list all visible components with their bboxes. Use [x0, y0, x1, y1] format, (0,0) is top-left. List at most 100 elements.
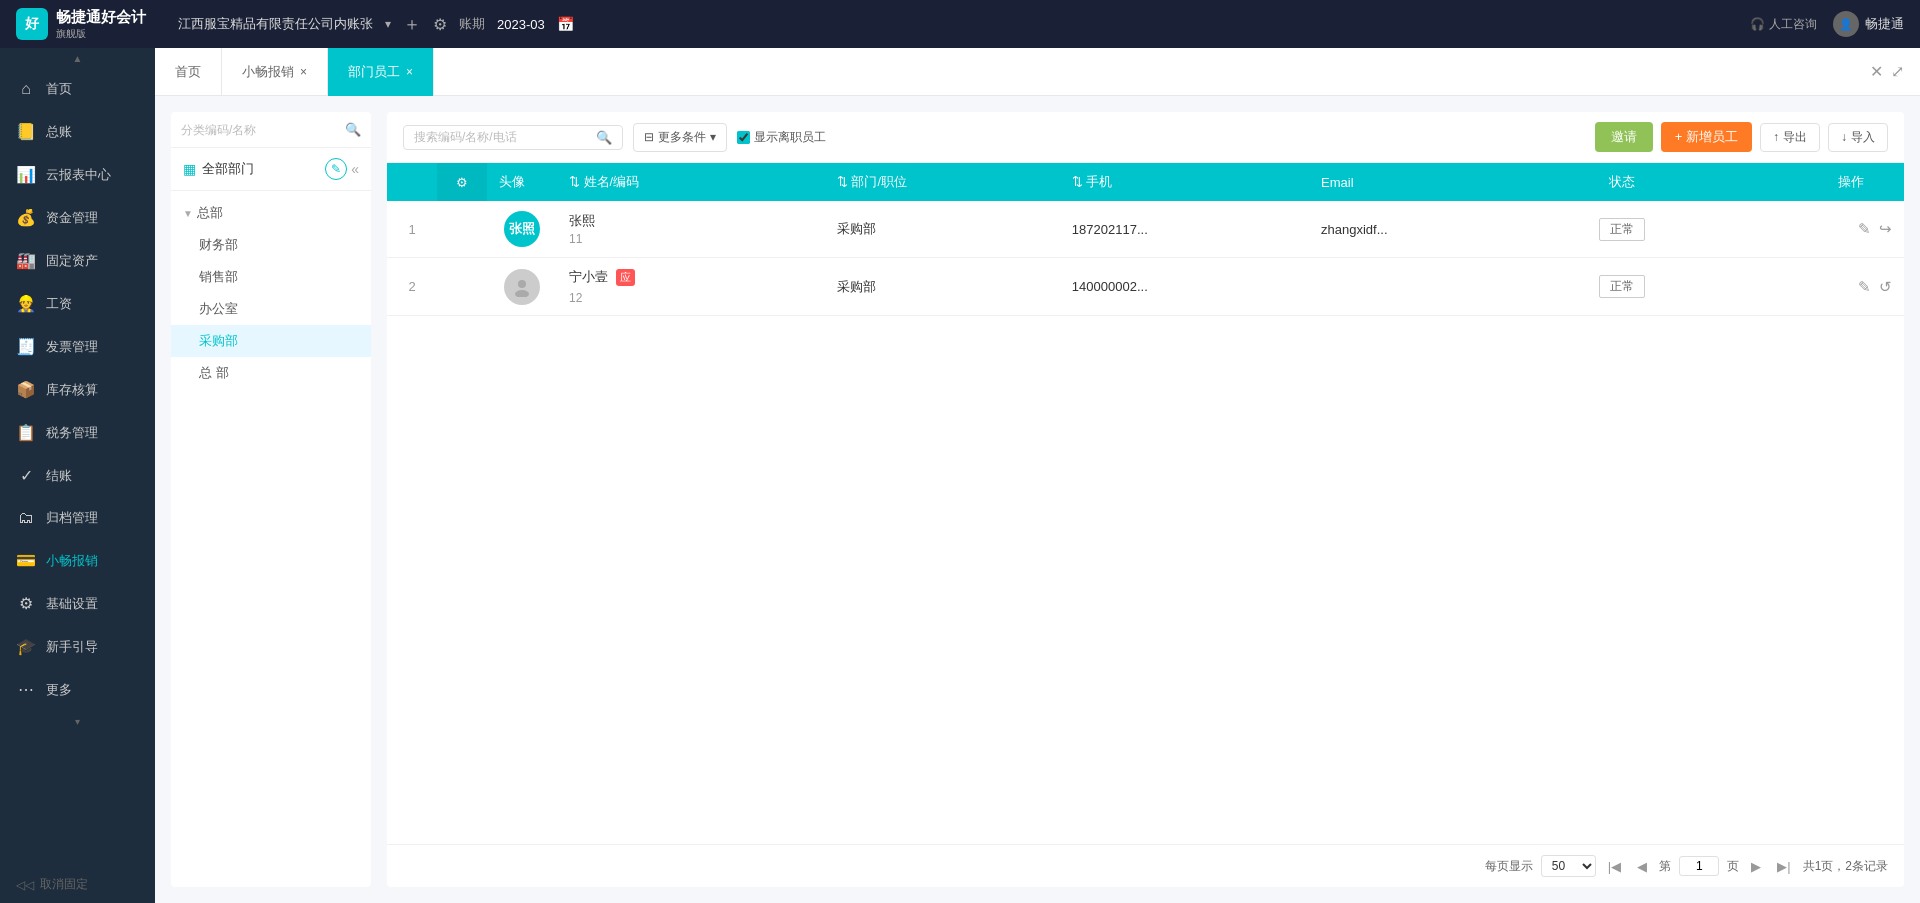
edit-icon[interactable]: ✎	[1858, 220, 1871, 238]
invoices-icon: 🧾	[16, 337, 36, 356]
dept-item-bangong[interactable]: 办公室	[171, 293, 371, 325]
search-icon[interactable]: 🔍	[596, 130, 612, 145]
fixed-assets-icon: 🏭	[16, 251, 36, 270]
cancel-fixed-button[interactable]: ◁◁ 取消固定	[0, 866, 155, 903]
sidebar-item-general-ledger[interactable]: 📒 总账	[0, 110, 155, 153]
tab-maximize-button[interactable]: ⤢	[1891, 62, 1904, 81]
dept-item-label: 总部	[197, 204, 223, 222]
per-page-label: 每页显示	[1485, 858, 1533, 875]
sidebar-item-close[interactable]: ✓ 结账	[0, 454, 155, 497]
employee-code: 11	[569, 232, 813, 246]
tab-expense[interactable]: 小畅报销 ×	[222, 48, 328, 96]
dept-item-caiwu[interactable]: 财务部	[171, 229, 371, 261]
sidebar-item-settings[interactable]: ⚙ 基础设置	[0, 582, 155, 625]
sidebar-item-fixed-assets[interactable]: 🏭 固定资产	[0, 239, 155, 282]
dept-edit-button[interactable]: ✎	[325, 158, 347, 180]
tab-employees-close[interactable]: ×	[406, 65, 413, 79]
per-page-select[interactable]: 50 100 200	[1541, 855, 1596, 877]
header-settings-button[interactable]: ⚙	[433, 15, 447, 34]
sidebar-item-funds[interactable]: 💰 资金管理	[0, 196, 155, 239]
calendar-icon[interactable]: 📅	[557, 16, 574, 32]
sidebar-label-more: 更多	[46, 681, 72, 699]
invite-button[interactable]: 邀请	[1595, 122, 1653, 152]
dept-item-label: 销售部	[199, 268, 238, 286]
add-employee-button[interactable]: + 新增员工	[1661, 122, 1752, 152]
row-num: 2	[387, 258, 437, 316]
sidebar-label-guide: 新手引导	[46, 638, 98, 656]
tab-close-button[interactable]: ✕	[1870, 62, 1883, 81]
sidebar-item-archive[interactable]: 🗂 归档管理	[0, 497, 155, 539]
data-table: ⚙ 头像 ⇅ 姓名/编码 ⇅ 部门/职位 ⇅ 手机	[387, 163, 1904, 844]
logo-text: 畅捷通好会计	[56, 8, 146, 27]
refresh-icon[interactable]: ↺	[1879, 278, 1892, 296]
sidebar-item-reports[interactable]: 📊 云报表中心	[0, 153, 155, 196]
sidebar-item-guide[interactable]: 🎓 新手引导	[0, 625, 155, 668]
dept-item-caigou[interactable]: 采购部	[171, 325, 371, 357]
show-resigned-label[interactable]: 显示离职员工	[737, 129, 826, 146]
pin-icon: ◁◁	[16, 878, 34, 892]
page-input[interactable]	[1679, 856, 1719, 876]
dept-collapse-button[interactable]: «	[351, 158, 359, 180]
add-company-button[interactable]: ＋	[403, 12, 421, 36]
sidebar-item-home[interactable]: ⌂ 首页	[0, 68, 155, 110]
filter-icon: ⊟	[644, 130, 654, 144]
toolbar-right: 邀请 + 新增员工 ↑ 导出 ↓ 导入	[1595, 122, 1888, 152]
user-area[interactable]: 👤 畅捷通	[1833, 11, 1904, 37]
col-actions: 操作	[1709, 163, 1904, 201]
table-row: 1 张照 张熙 11	[387, 201, 1904, 258]
filter-button[interactable]: ⊟ 更多条件 ▾	[633, 123, 727, 152]
dept-item-zongbu[interactable]: ▼ 总部	[171, 197, 371, 229]
first-page-button[interactable]: |◀	[1604, 857, 1625, 876]
dept-item-zong[interactable]: 总 部	[171, 357, 371, 389]
company-dropdown-button[interactable]: ▾	[385, 17, 391, 31]
dept-item-xiaoshou[interactable]: 销售部	[171, 261, 371, 293]
show-resigned-checkbox[interactable]	[737, 131, 750, 144]
export-button[interactable]: ↑ 导出	[1760, 123, 1820, 152]
dept-header: ▦ 全部部门 ✎ «	[171, 148, 371, 191]
logout-icon[interactable]: ↪	[1879, 220, 1892, 238]
sidebar-item-inventory[interactable]: 📦 库存核算	[0, 368, 155, 411]
sidebar-label-tax: 税务管理	[46, 424, 98, 442]
grid-icon: ▦	[183, 161, 196, 177]
edit-icon[interactable]: ✎	[1858, 278, 1871, 296]
dept-search-input[interactable]	[181, 123, 339, 137]
prev-page-button[interactable]: ◀	[1633, 857, 1651, 876]
total-label: 共1页，2条记录	[1803, 858, 1888, 875]
settings-icon: ⚙	[16, 594, 36, 613]
ledger-icon: 📒	[16, 122, 36, 141]
table-panel: 🔍 ⊟ 更多条件 ▾ 显示离职员工 邀请 + 新增员工	[387, 112, 1904, 887]
tab-expense-label: 小畅报销	[242, 63, 294, 81]
sidebar-label-expense: 小畅报销	[46, 552, 98, 570]
employee-search-input[interactable]	[414, 130, 590, 144]
sidebar-item-invoices[interactable]: 🧾 发票管理	[0, 325, 155, 368]
dept-header-controls: ✎ «	[325, 158, 359, 180]
sidebar-item-more[interactable]: ⋯ 更多	[0, 668, 155, 711]
tab-home[interactable]: 首页	[155, 48, 222, 96]
service-button[interactable]: 🎧 人工咨询	[1750, 16, 1817, 33]
last-page-button[interactable]: ▶|	[1773, 857, 1794, 876]
row-actions: ✎ ↪	[1709, 201, 1904, 258]
sidebar-label-ledger: 总账	[46, 123, 72, 141]
gear-icon[interactable]: ⚙	[456, 175, 468, 190]
row-phone: 140000002...	[1060, 258, 1309, 316]
tab-expense-close[interactable]: ×	[300, 65, 307, 79]
row-settings	[437, 258, 487, 316]
sidebar-item-tax[interactable]: 📋 税务管理	[0, 411, 155, 454]
period-label: 账期	[459, 15, 485, 33]
sidebar-label-funds: 资金管理	[46, 209, 98, 227]
import-button[interactable]: ↓ 导入	[1828, 123, 1888, 152]
sidebar-item-payroll[interactable]: 👷 工资	[0, 282, 155, 325]
show-resigned-text: 显示离职员工	[754, 129, 826, 146]
col-email: Email	[1309, 163, 1535, 201]
sidebar-item-expense[interactable]: 💳 小畅报销	[0, 539, 155, 582]
import-label: 导入	[1851, 129, 1875, 146]
row-num: 1	[387, 201, 437, 258]
tab-employees[interactable]: 部门员工 ×	[328, 48, 434, 96]
dept-search-icon[interactable]: 🔍	[345, 122, 361, 137]
next-page-button[interactable]: ▶	[1747, 857, 1765, 876]
payroll-icon: 👷	[16, 294, 36, 313]
sidebar-label-settings: 基础设置	[46, 595, 98, 613]
sidebar-scroll-up[interactable]: ▲	[0, 48, 155, 68]
tab-home-label: 首页	[175, 63, 201, 81]
sidebar-scroll-down[interactable]: ▾	[0, 711, 155, 731]
